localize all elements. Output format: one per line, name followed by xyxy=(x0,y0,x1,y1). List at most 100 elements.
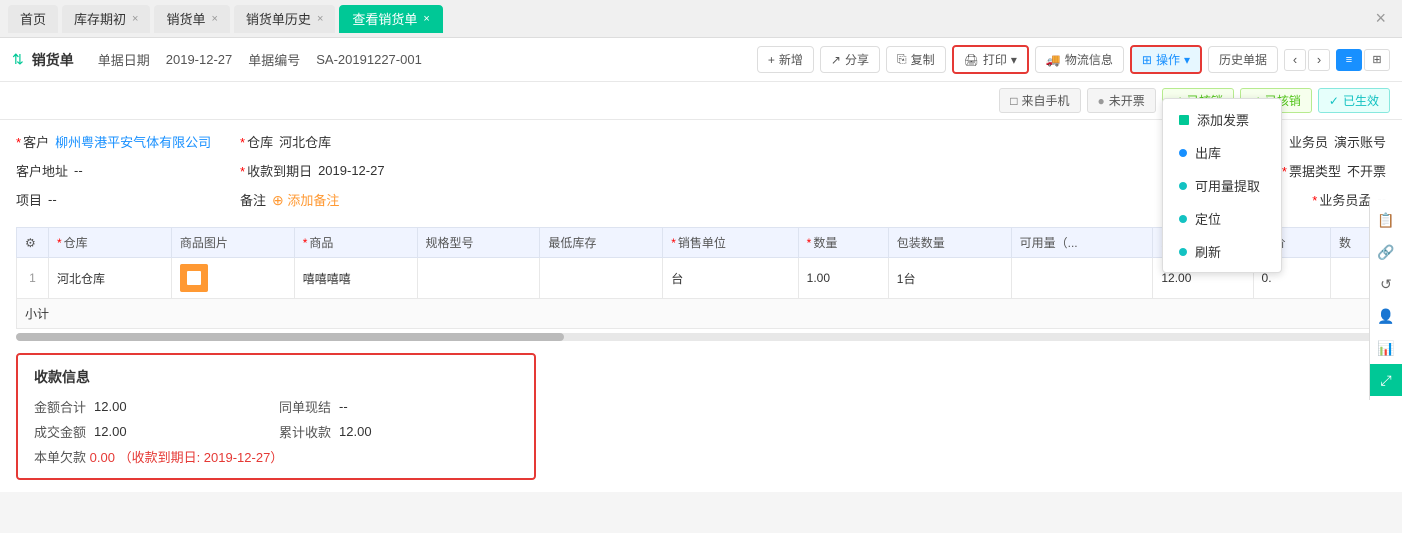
app-container: 首页 库存期初 × 销货单 × 销货单历史 × 查看销货单 × × ⇅ 销货单 … xyxy=(0,0,1402,533)
tab-home[interactable]: 首页 xyxy=(8,5,58,33)
salesperson-label: *业务员孟 xyxy=(1312,190,1371,209)
employee-label: 业务员 xyxy=(1289,132,1328,151)
project-field: 项目 -- xyxy=(16,190,216,209)
logistics-button[interactable]: 🚚 物流信息 xyxy=(1035,46,1124,73)
print-label: 打印 xyxy=(983,51,1007,68)
bottom-section: 收款信息 金额合计 12.00 同单现结 -- 成交金额 12.00 xyxy=(16,353,1386,480)
outbound-item[interactable]: 出库 xyxy=(1163,136,1281,169)
extract-qty-item[interactable]: 可用量提取 xyxy=(1163,169,1281,202)
subtotal-row: 小计 xyxy=(17,299,1386,329)
right-icon-link[interactable]: 🔗 xyxy=(1370,236,1402,268)
col-spec: 规格型号 xyxy=(417,228,540,258)
product-image xyxy=(180,264,208,292)
date-value: 2019-12-27 xyxy=(166,52,233,67)
grid-view-button[interactable]: ⊞ xyxy=(1364,49,1390,71)
note-field: 备注 ⊕ 添加备注 xyxy=(240,190,440,209)
row-num: 1 xyxy=(17,258,49,299)
toolbar-right: + 新增 ↗ 分享 ⎘ 复制 🖨 打印 ▾ 🚚 物流信息 ⊞ 操 xyxy=(757,45,1390,74)
tab-sales-order[interactable]: 销货单 × xyxy=(154,5,229,33)
toolbar: ⇅ 销货单 单据日期 2019-12-27 单据编号 SA-20191227-0… xyxy=(0,38,1402,82)
tab-inventory-init-close[interactable]: × xyxy=(132,13,138,25)
ticket-type-value: 不开票 xyxy=(1347,161,1386,180)
print-icon: 🖨 xyxy=(964,53,979,67)
col-image: 商品图片 xyxy=(171,228,294,258)
tab-sales-history-close[interactable]: × xyxy=(317,13,323,25)
locate-label: 定位 xyxy=(1195,209,1221,228)
print-button[interactable]: 🖨 打印 ▾ xyxy=(952,45,1029,74)
warehouse-label: *仓库 xyxy=(240,132,273,151)
from-phone-label: 来自手机 xyxy=(1021,92,1069,109)
cumulative-row: 累计收款 12.00 xyxy=(279,422,518,441)
locate-item[interactable]: 定位 xyxy=(1163,202,1281,235)
print-dropdown-arrow: ▾ xyxy=(1011,53,1017,67)
right-icon-refresh[interactable]: ↺ xyxy=(1370,268,1402,300)
transaction-label: 成交金额 xyxy=(34,422,86,441)
add-note-button[interactable]: ⊕ 添加备注 xyxy=(272,190,339,209)
view-toggle: ≡ ⊞ xyxy=(1336,49,1390,71)
copy-button[interactable]: ⎘ 复制 xyxy=(886,46,946,73)
tab-inventory-init[interactable]: 库存期初 × xyxy=(62,5,150,33)
employee-field: 业务员 演示账号 xyxy=(1289,132,1386,151)
share-button[interactable]: ↗ 分享 xyxy=(820,46,880,73)
row-product: 嘻嘻嘻嘻 xyxy=(294,258,417,299)
tab-sales-history[interactable]: 销货单历史 × xyxy=(234,5,335,33)
tab-sales-order-close[interactable]: × xyxy=(211,13,217,25)
history-button[interactable]: 历史单据 xyxy=(1208,46,1278,73)
cumulative-value: 12.00 xyxy=(339,424,372,439)
operation-icon: ⊞ xyxy=(1142,53,1152,67)
tab-sales-history-label: 销货单历史 xyxy=(246,9,311,28)
refresh-icon xyxy=(1179,248,1187,256)
prev-button[interactable]: ‹ xyxy=(1284,49,1306,71)
not-open-button[interactable]: ● 未开票 xyxy=(1087,88,1156,113)
horizontal-scrollbar[interactable] xyxy=(16,333,1386,341)
phone-icon: □ xyxy=(1010,94,1017,108)
col-available: 可用量（... xyxy=(1011,228,1153,258)
list-view-button[interactable]: ≡ xyxy=(1336,49,1362,71)
next-button[interactable]: › xyxy=(1308,49,1330,71)
from-phone-button[interactable]: □ 来自手机 xyxy=(999,88,1080,113)
customer-value[interactable]: 柳州粤港平安气体有限公司 xyxy=(55,132,211,151)
not-open-icon: ● xyxy=(1098,94,1105,108)
tab-view-sales-close[interactable]: × xyxy=(423,13,429,25)
row-image xyxy=(171,258,294,299)
copy-icon: ⎘ xyxy=(897,52,907,67)
new-label: 新增 xyxy=(779,51,803,68)
same-order-label: 同单现结 xyxy=(279,397,331,416)
copy-label: 复制 xyxy=(911,51,935,68)
scrollbar-thumb[interactable] xyxy=(16,333,564,341)
tab-home-label: 首页 xyxy=(20,9,46,28)
dropdown-menu: 添加发票 出库 可用量提取 定位 刷新 xyxy=(1162,98,1282,273)
right-icon-user[interactable]: 👤 xyxy=(1370,300,1402,332)
locate-icon xyxy=(1179,215,1187,223)
extract-qty-label: 可用量提取 xyxy=(1195,176,1260,195)
due-date-field: *收款到期日 2019-12-27 xyxy=(240,161,440,180)
right-icon-expand[interactable]: ⤢ xyxy=(1370,364,1402,396)
col-quantity: *数量 xyxy=(798,228,888,258)
col-warehouse: *仓库 xyxy=(49,228,172,258)
tab-view-sales[interactable]: 查看销货单 × xyxy=(339,5,442,33)
cumulative-label: 累计收款 xyxy=(279,422,331,441)
doc-icon: ⇅ xyxy=(12,51,24,68)
nav-arrows: ‹ › xyxy=(1284,49,1330,71)
share-label: 分享 xyxy=(845,51,869,68)
window-close-button[interactable]: × xyxy=(1367,8,1394,29)
effective-button[interactable]: ✓ 已生效 xyxy=(1318,88,1390,113)
operation-button[interactable]: ⊞ 操作 ▾ xyxy=(1130,45,1202,74)
right-icon-doc[interactable]: 📋 xyxy=(1370,204,1402,236)
new-button[interactable]: + 新增 xyxy=(757,46,814,73)
row-unit: 台 xyxy=(663,258,798,299)
right-icons-panel: 📋 🔗 ↺ 👤 📊 ⤢ xyxy=(1369,200,1402,400)
total-row: 金额合计 12.00 xyxy=(34,397,273,416)
address-field: 客户地址 -- xyxy=(16,161,216,180)
operation-label: 操作 xyxy=(1156,51,1180,68)
project-value: -- xyxy=(48,192,57,207)
logistics-label: 物流信息 xyxy=(1065,51,1113,68)
add-invoice-label: 添加发票 xyxy=(1197,110,1249,129)
extract-qty-icon xyxy=(1179,182,1187,190)
right-icon-chart[interactable]: 📊 xyxy=(1370,332,1402,364)
customer-label: *客户 xyxy=(16,132,49,151)
col-pack-qty: 包装数量 xyxy=(888,228,1011,258)
customer-field: *客户 柳州粤港平安气体有限公司 xyxy=(16,132,216,151)
add-invoice-item[interactable]: 添加发票 xyxy=(1163,103,1281,136)
refresh-item[interactable]: 刷新 xyxy=(1163,235,1281,268)
